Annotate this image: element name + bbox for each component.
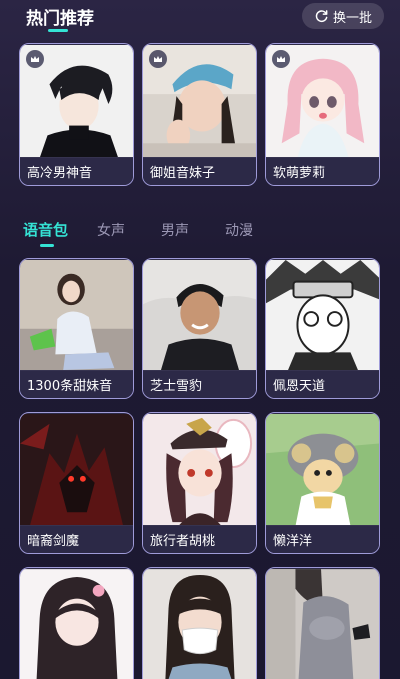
pack-card-6[interactable]: 懒洋洋 [265, 412, 380, 554]
pack-card-label: 懒洋洋 [266, 525, 379, 553]
hot-card-3[interactable]: 软萌萝莉 [265, 43, 380, 186]
pack-card-4[interactable]: 暗裔剑魔 [19, 412, 134, 554]
pack-card-label: 旅行者胡桃 [143, 525, 256, 553]
pack-card-9[interactable] [265, 567, 380, 679]
hot-card-2[interactable]: 御姐音妹子 [142, 43, 257, 186]
title-underline [48, 29, 68, 32]
pack-card-label: 芝士雪豹 [143, 370, 256, 398]
pain-thumbnail [266, 259, 379, 372]
crown-badge-icon [272, 50, 290, 68]
section-title-hot: 热门推荐 [26, 9, 94, 29]
pack-card-label: 佩恩天道 [266, 370, 379, 398]
pack-card-label: 1300条甜妹音 [20, 370, 133, 398]
pack-card-2[interactable]: 芝士雪豹 [142, 258, 257, 399]
tab-female[interactable]: 女声 [97, 220, 125, 240]
crown-badge-icon [26, 50, 44, 68]
hot-card-label: 软萌萝莉 [266, 157, 379, 185]
lazy-goat-thumbnail [266, 413, 379, 527]
pack-card-5[interactable]: 旅行者胡桃 [142, 412, 257, 554]
hot-card-label: 高冷男神音 [20, 157, 133, 185]
hot-card-label: 御姐音妹子 [143, 157, 256, 185]
cheese-leopard-thumbnail [143, 259, 256, 372]
hot-card-1[interactable]: 高冷男神音 [19, 43, 134, 186]
anime-girl-thumbnail [20, 569, 133, 679]
pack-card-label: 暗裔剑魔 [20, 525, 133, 553]
pack-card-8[interactable] [142, 567, 257, 679]
pack-card-7[interactable] [19, 567, 134, 679]
pack-card-1[interactable]: 1300条甜妹音 [19, 258, 134, 399]
aatrox-thumbnail [20, 413, 133, 527]
refresh-label: 换一批 [332, 10, 372, 26]
category-tabs: 语音包 女声 男声 动漫 [0, 214, 400, 248]
sweet-girl-thumbnail [20, 259, 133, 372]
tab-anime[interactable]: 动漫 [225, 220, 253, 240]
hutao-thumbnail [143, 413, 256, 527]
top-bar: 热门推荐 换一批 [0, 0, 400, 40]
crown-badge-icon [149, 50, 167, 68]
refresh-button[interactable]: 换一批 [302, 3, 384, 29]
refresh-icon [315, 9, 328, 22]
tab-voice-pack[interactable]: 语音包 [23, 219, 68, 240]
tab-male[interactable]: 男声 [161, 220, 189, 240]
pack-card-3[interactable]: 佩恩天道 [265, 258, 380, 399]
dress-girl-thumbnail [266, 569, 379, 679]
masked-girl-thumbnail [143, 569, 256, 679]
tab-underline [40, 244, 54, 247]
